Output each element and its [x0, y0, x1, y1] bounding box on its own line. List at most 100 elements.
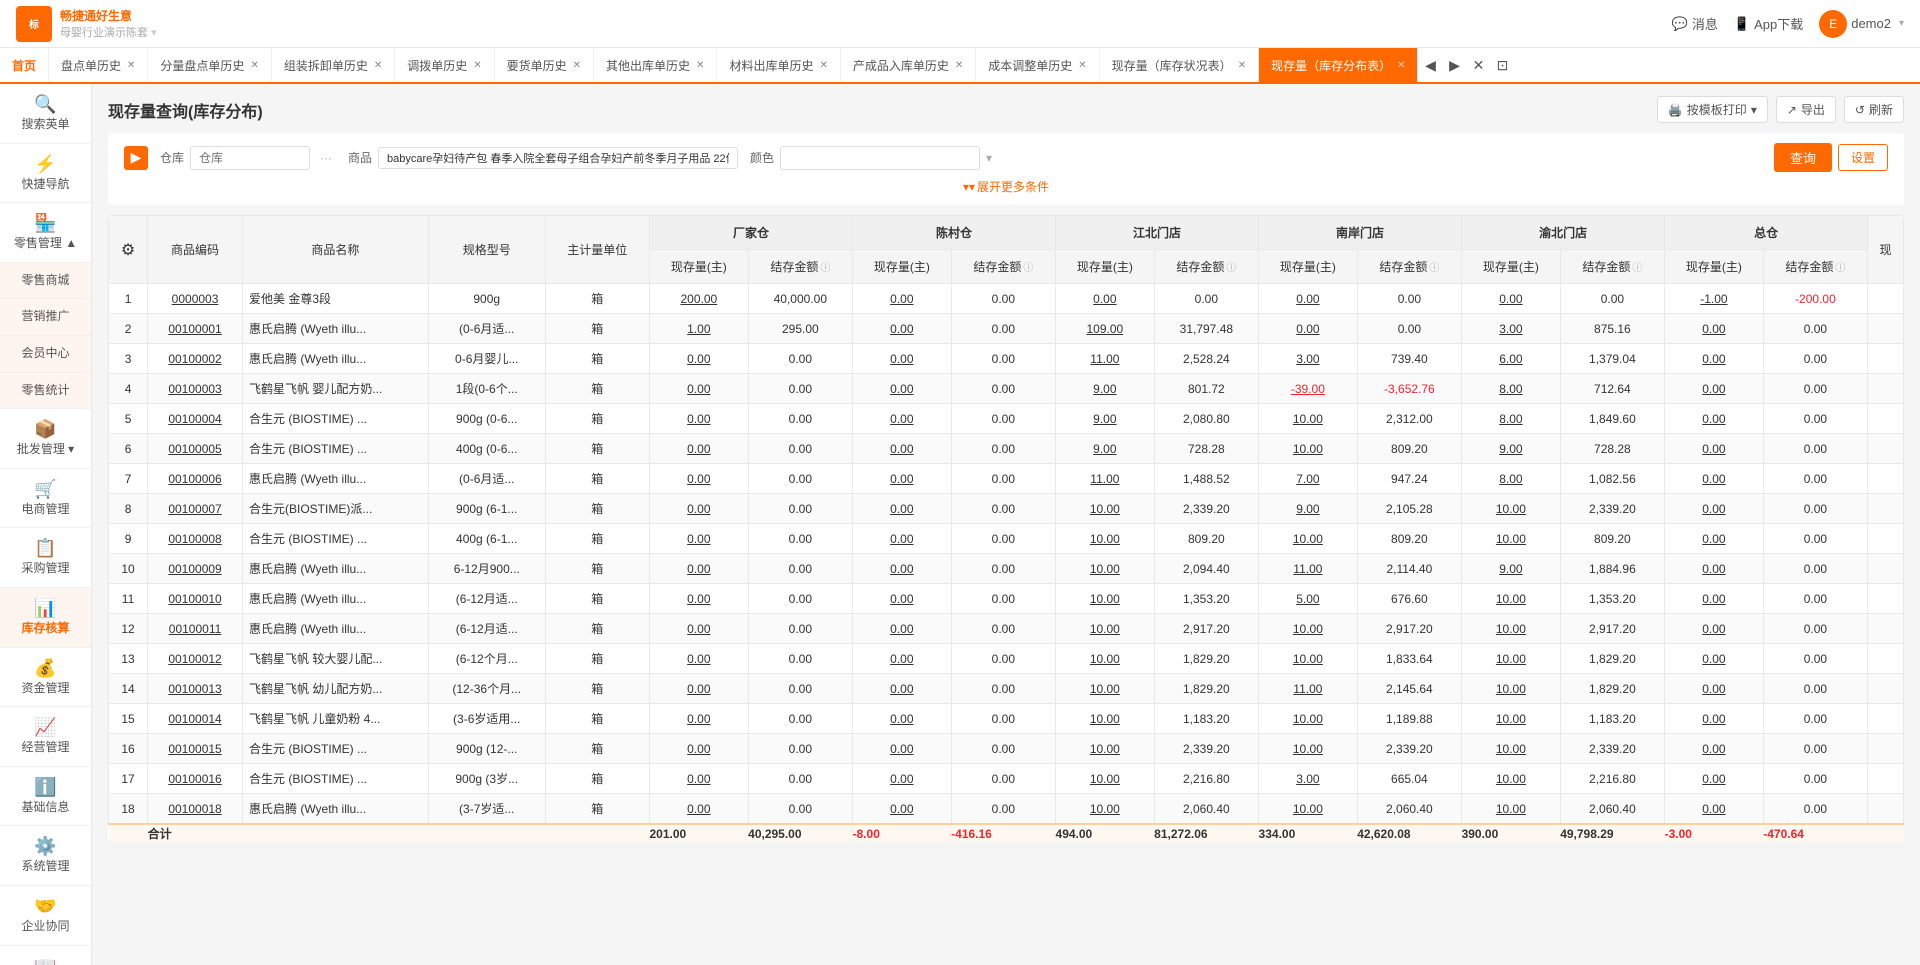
sidebar-item-ecom[interactable]: 🛒 电商管理: [0, 469, 91, 529]
cell-total-stock[interactable]: 0.00: [1665, 734, 1764, 764]
cell-c3-stock[interactable]: 10.00: [1056, 614, 1155, 644]
cell-c5-stock[interactable]: 10.00: [1462, 644, 1561, 674]
cell-c1-stock[interactable]: 0.00: [650, 344, 749, 374]
tab-inventory[interactable]: 盘点单历史 ✕: [49, 48, 148, 83]
cell-code[interactable]: 00100008: [148, 524, 243, 554]
tab-close-transfer[interactable]: ✕: [473, 60, 481, 71]
cell-c3-stock[interactable]: 11.00: [1056, 464, 1155, 494]
cell-c4-stock[interactable]: 3.00: [1259, 764, 1358, 794]
cell-c5-stock[interactable]: 10.00: [1462, 584, 1561, 614]
search-btn[interactable]: 查询: [1774, 143, 1832, 172]
tab-cost-adjust[interactable]: 成本调整单历史 ✕: [976, 48, 1099, 83]
tab-transfer[interactable]: 调拨单历史 ✕: [395, 48, 494, 83]
cell-total-stock[interactable]: 0.00: [1665, 374, 1764, 404]
tab-close-all-btn[interactable]: ✕: [1466, 48, 1490, 83]
cell-c3-stock[interactable]: 10.00: [1056, 734, 1155, 764]
cell-c2-stock[interactable]: 0.00: [853, 464, 952, 494]
cell-code[interactable]: 00100007: [148, 494, 243, 524]
cell-c4-stock[interactable]: 0.00: [1259, 314, 1358, 344]
cell-c4-stock[interactable]: 7.00: [1259, 464, 1358, 494]
cell-code[interactable]: 00100009: [148, 554, 243, 584]
sidebar-item-search[interactable]: 🔍 搜索英单: [0, 84, 91, 144]
tab-close-stock-status[interactable]: ✕: [1238, 60, 1246, 71]
tab-close-other-out[interactable]: ✕: [696, 60, 704, 71]
tab-close-product-in[interactable]: ✕: [955, 60, 963, 71]
cell-c1-stock[interactable]: 0.00: [650, 704, 749, 734]
cell-c2-stock[interactable]: 0.00: [853, 764, 952, 794]
cell-code[interactable]: 00100005: [148, 434, 243, 464]
cell-total-stock[interactable]: 0.00: [1665, 344, 1764, 374]
c5-amount-info-icon[interactable]: ⓘ: [1632, 263, 1642, 274]
cell-total-stock[interactable]: -1.00: [1665, 284, 1764, 314]
cell-total-stock[interactable]: 0.00: [1665, 764, 1764, 794]
cell-total-stock[interactable]: 0.00: [1665, 584, 1764, 614]
cell-code[interactable]: 00100002: [148, 344, 243, 374]
tab-requisition[interactable]: 要货单历史 ✕: [495, 48, 594, 83]
cell-c1-stock[interactable]: 0.00: [650, 434, 749, 464]
cell-code[interactable]: 00100015: [148, 734, 243, 764]
cell-c5-stock[interactable]: 10.00: [1462, 524, 1561, 554]
sidebar-item-member[interactable]: 会员中心: [0, 336, 91, 373]
cell-total-stock[interactable]: 0.00: [1665, 554, 1764, 584]
cell-c4-stock[interactable]: 0.00: [1259, 284, 1358, 314]
cell-c5-stock[interactable]: 3.00: [1462, 314, 1561, 344]
cell-c5-stock[interactable]: 0.00: [1462, 284, 1561, 314]
cell-c1-stock[interactable]: 0.00: [650, 644, 749, 674]
sidebar-item-biz-mgmt[interactable]: 📈 经营管理: [0, 707, 91, 767]
cell-c4-stock[interactable]: 10.00: [1259, 644, 1358, 674]
tab-close-inventory[interactable]: ✕: [127, 60, 135, 71]
tab-close-cost-adjust[interactable]: ✕: [1078, 60, 1086, 71]
cell-c3-stock[interactable]: 109.00: [1056, 314, 1155, 344]
cell-c2-stock[interactable]: 0.00: [853, 584, 952, 614]
cell-c2-stock[interactable]: 0.00: [853, 494, 952, 524]
cell-c2-stock[interactable]: 0.00: [853, 704, 952, 734]
c2-amount-info-icon[interactable]: ⓘ: [1023, 263, 1033, 274]
tab-stock-status[interactable]: 现存量（库存状况表） ✕: [1100, 48, 1259, 83]
cell-c5-stock[interactable]: 10.00: [1462, 614, 1561, 644]
cell-c2-stock[interactable]: 0.00: [853, 374, 952, 404]
tab-other-out[interactable]: 其他出库单历史 ✕: [594, 48, 717, 83]
cell-total-stock[interactable]: 0.00: [1665, 434, 1764, 464]
cell-c2-stock[interactable]: 0.00: [853, 644, 952, 674]
sidebar-item-stock[interactable]: 📊 库存核算: [0, 588, 91, 648]
sidebar-item-marketing[interactable]: 营销推广: [0, 299, 91, 336]
cell-code[interactable]: 00100011: [148, 614, 243, 644]
settings-icon[interactable]: ⚙: [121, 242, 135, 259]
sidebar-item-purchase[interactable]: 📋 采购管理: [0, 528, 91, 588]
cell-total-stock[interactable]: 0.00: [1665, 674, 1764, 704]
cell-total-stock[interactable]: 0.00: [1665, 464, 1764, 494]
tab-close-material-out[interactable]: ✕: [819, 60, 827, 71]
tab-close-branch[interactable]: ✕: [250, 60, 258, 71]
cell-c1-stock[interactable]: 1.00: [650, 314, 749, 344]
export-btn[interactable]: ↗ 导出: [1776, 96, 1836, 123]
cell-c1-stock[interactable]: 0.00: [650, 554, 749, 584]
cell-c4-stock[interactable]: -39.00: [1259, 374, 1358, 404]
cell-total-stock[interactable]: 0.00: [1665, 704, 1764, 734]
tab-home[interactable]: 首页: [0, 48, 49, 83]
goods-input[interactable]: [378, 147, 738, 169]
tab-assembly[interactable]: 组装拆卸单历史 ✕: [272, 48, 395, 83]
cell-c5-stock[interactable]: 6.00: [1462, 344, 1561, 374]
cell-c4-stock[interactable]: 10.00: [1259, 614, 1358, 644]
sidebar-item-basic-info[interactable]: ℹ️ 基础信息: [0, 767, 91, 827]
sidebar-item-collab[interactable]: 🤝 企业协同: [0, 886, 91, 946]
cell-c2-stock[interactable]: 0.00: [853, 524, 952, 554]
refresh-btn[interactable]: ↺ 刷新: [1844, 96, 1904, 123]
cell-code[interactable]: 0000003: [148, 284, 243, 314]
cell-c3-stock[interactable]: 9.00: [1056, 434, 1155, 464]
cell-c3-stock[interactable]: 10.00: [1056, 494, 1155, 524]
cell-c1-stock[interactable]: 0.00: [650, 614, 749, 644]
cell-c1-stock[interactable]: 0.00: [650, 674, 749, 704]
sidebar-item-quicknav[interactable]: ⚡ 快捷导航: [0, 144, 91, 204]
cell-code[interactable]: 00100018: [148, 794, 243, 825]
cell-code[interactable]: 00100003: [148, 374, 243, 404]
cell-c2-stock[interactable]: 0.00: [853, 734, 952, 764]
cell-c1-stock[interactable]: 0.00: [650, 494, 749, 524]
cell-c4-stock[interactable]: 11.00: [1259, 674, 1358, 704]
sidebar-item-retail-stats[interactable]: 零售统计: [0, 373, 91, 410]
cell-c4-stock[interactable]: 10.00: [1259, 704, 1358, 734]
tab-material-out[interactable]: 材料出库单历史 ✕: [717, 48, 840, 83]
cell-c3-stock[interactable]: 10.00: [1056, 704, 1155, 734]
cell-c1-stock[interactable]: 0.00: [650, 404, 749, 434]
cell-c3-stock[interactable]: 10.00: [1056, 524, 1155, 554]
